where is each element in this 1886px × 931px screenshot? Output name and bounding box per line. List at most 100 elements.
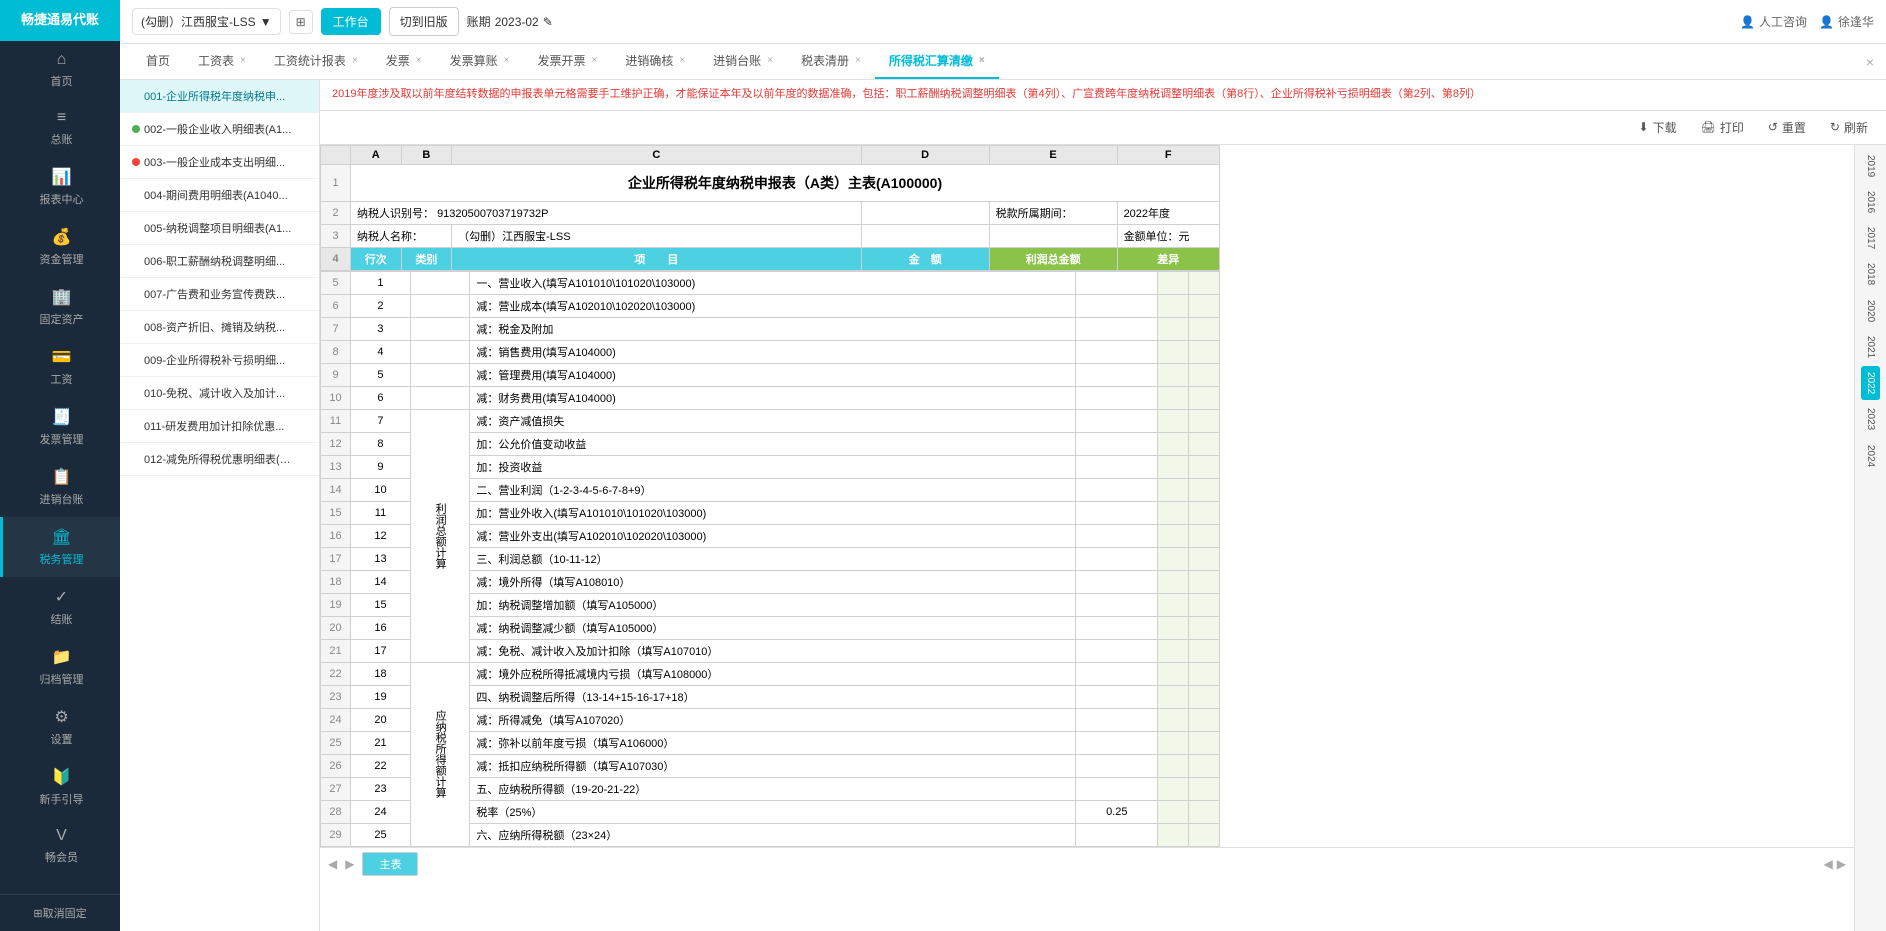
left-panel-item-010[interactable]: 010-免税、减计收入及加计... xyxy=(120,377,319,410)
tab-invoice-open-label: 发票开票 xyxy=(537,52,585,69)
sidebar-item-archive[interactable]: 📁 归档管理 xyxy=(0,637,120,697)
table-row: 73减：税金及附加 xyxy=(321,317,1220,340)
sidebar-item-report-label: 报表中心 xyxy=(40,191,84,207)
sidebar-item-settle[interactable]: ✓ 结账 xyxy=(0,577,120,637)
year-item-2022[interactable]: 2022 xyxy=(1861,366,1880,400)
tab-salary-close[interactable]: × xyxy=(240,55,246,66)
period-edit-icon[interactable]: ✎ xyxy=(543,15,553,29)
user-menu[interactable]: 👤 徐逢华 xyxy=(1819,13,1874,30)
sidebar-item-salary[interactable]: 💳 工资 xyxy=(0,337,120,397)
tabs-close-all-btn[interactable]: × xyxy=(1866,54,1874,70)
sidebar-item-guide-label: 新手引导 xyxy=(40,791,84,807)
ledger-icon: ≡ xyxy=(57,109,66,127)
sidebar-item-settings[interactable]: ⚙ 设置 xyxy=(0,697,120,757)
reset-btn[interactable]: ↺ 重置 xyxy=(1762,117,1812,138)
left-panel-item-004[interactable]: 004-期间费用明细表(A1040... xyxy=(120,179,319,212)
tab-invoice[interactable]: 发票 × xyxy=(372,44,436,79)
tab-invoice-open-close[interactable]: × xyxy=(591,55,597,66)
year-item-2017[interactable]: 2017 xyxy=(1861,221,1880,255)
reset-label: 重置 xyxy=(1782,119,1806,136)
left-panel-item-002[interactable]: 002-一般企业收入明细表(A1... xyxy=(120,113,319,146)
taxpayer-name-label: 纳税人名称： xyxy=(351,224,452,247)
switch-btn[interactable]: 切到旧版 xyxy=(389,7,459,36)
sidebar-item-asset-label: 资金管理 xyxy=(40,251,84,267)
refresh-btn[interactable]: ↻ 刷新 xyxy=(1824,117,1874,138)
tab-invoice-calc[interactable]: 发票算账 × xyxy=(436,44,524,79)
asset-icon: 💰 xyxy=(52,227,72,247)
tab-salary[interactable]: 工资表 × xyxy=(184,44,260,79)
tab-income-tax[interactable]: 所得税汇算清缴 × xyxy=(875,44,999,79)
sidebar-item-salary-label: 工资 xyxy=(51,371,73,387)
tab-salary-stat[interactable]: 工资统计报表 × xyxy=(260,44,372,79)
prev-sheet-btn[interactable]: ◀ xyxy=(328,857,337,871)
year-item-2024[interactable]: 2024 xyxy=(1861,439,1880,473)
left-panel-label-003: 003-一般企业成本支出明细... xyxy=(144,154,285,170)
tab-invoice-close[interactable]: × xyxy=(416,55,422,66)
year-item-2023[interactable]: 2023 xyxy=(1861,402,1880,436)
download-icon: ⬇ xyxy=(1639,120,1649,134)
download-btn[interactable]: ⬇ 下载 xyxy=(1633,117,1683,138)
tab-income-tax-label: 所得税汇算清缴 xyxy=(889,52,973,69)
sidebar-pin-toggle[interactable]: ⊞取消固定 xyxy=(0,894,120,931)
status-dot-005 xyxy=(132,224,140,232)
tab-purchase-check-close[interactable]: × xyxy=(679,55,685,66)
tab-tax-table-close[interactable]: × xyxy=(855,55,861,66)
year-item-2018[interactable]: 2018 xyxy=(1861,257,1880,291)
sales-icon: 📋 xyxy=(52,467,72,487)
sidebar-item-home[interactable]: ⌂ 首页 xyxy=(0,41,120,99)
company-selector[interactable]: (勾删）江西服宝-LSS ▼ xyxy=(132,8,281,35)
sidebar-item-report[interactable]: 📊 报表中心 xyxy=(0,157,120,217)
left-panel-item-011[interactable]: 011-研发费用加计扣除优惠... xyxy=(120,410,319,443)
sidebar-item-fixed[interactable]: 🏢 固定资产 xyxy=(0,277,120,337)
year-item-2021[interactable]: 2021 xyxy=(1861,330,1880,364)
next-sheet-btn[interactable]: ▶ xyxy=(345,857,354,871)
tab-purchase-ledger-close[interactable]: × xyxy=(767,55,773,66)
scroll-right-btn[interactable]: ▶ xyxy=(1837,857,1846,871)
status-dot-012 xyxy=(132,455,140,463)
status-dot-011 xyxy=(132,422,140,430)
left-panel-label-006: 006-职工薪酬纳税调整明细... xyxy=(144,253,285,269)
sidebar-item-vip[interactable]: V 畅会员 xyxy=(0,817,120,875)
sheet-tab-main[interactable]: 主表 xyxy=(362,852,418,876)
left-panel-item-003[interactable]: 003-一般企业成本支出明细... xyxy=(120,146,319,179)
tab-tax-table[interactable]: 税表清册 × xyxy=(787,44,875,79)
tab-invoice-open[interactable]: 发票开票 × xyxy=(523,44,611,79)
workbench-button[interactable]: 工作台 xyxy=(321,8,381,35)
year-item-2016[interactable]: 2016 xyxy=(1861,185,1880,219)
sidebar-item-sales[interactable]: 📋 进销台账 xyxy=(0,457,120,517)
left-panel-item-008[interactable]: 008-资产折旧、摊销及纳税... xyxy=(120,311,319,344)
col-rownum-header xyxy=(321,145,351,164)
left-panel-item-012[interactable]: 012-减免所得税优惠明细表(… xyxy=(120,443,319,476)
tab-purchase-check[interactable]: 进销确核 × xyxy=(611,44,699,79)
main-area: (勾删）江西服宝-LSS ▼ ⊞ 工作台 切到旧版 账期 2023-02 ✎ 👤… xyxy=(120,0,1886,931)
col-A-header: A xyxy=(351,145,402,164)
sidebar-item-asset[interactable]: 💰 资金管理 xyxy=(0,217,120,277)
tab-home[interactable]: 首页 xyxy=(132,44,184,79)
table-row: 62减：营业成本(填写A102010\102020\103000) xyxy=(321,294,1220,317)
sidebar-item-ledger[interactable]: ≡ 总账 xyxy=(0,99,120,157)
left-panel-item-007[interactable]: 007-广告费和业务宣传费跌... xyxy=(120,278,319,311)
year-item-2019[interactable]: 2019 xyxy=(1861,149,1880,183)
sidebar-item-invoice[interactable]: 🧾 发票管理 xyxy=(0,397,120,457)
left-panel-item-009[interactable]: 009-企业所得税补亏损明细... xyxy=(120,344,319,377)
tab-tax-table-label: 税表清册 xyxy=(801,52,849,69)
status-dot-010 xyxy=(132,389,140,397)
chevron-down-icon: ▼ xyxy=(260,15,272,29)
year-item-2020[interactable]: 2020 xyxy=(1861,294,1880,328)
topbar: (勾删）江西服宝-LSS ▼ ⊞ 工作台 切到旧版 账期 2023-02 ✎ 👤… xyxy=(120,0,1886,44)
left-panel-item-001[interactable]: 001-企业所得税年度纳税申... xyxy=(120,80,319,113)
tab-salary-stat-close[interactable]: × xyxy=(352,55,358,66)
company-settings-btn[interactable]: ⊞ xyxy=(289,10,313,34)
print-btn[interactable]: 🖨 打印 xyxy=(1695,117,1750,138)
spreadsheet-area[interactable]: A B C D E F 1 企业所 xyxy=(320,145,1854,931)
left-panel-item-005[interactable]: 005-纳税调整项目明细表(A1... xyxy=(120,212,319,245)
sidebar-item-guide[interactable]: 🔰 新手引导 xyxy=(0,757,120,817)
tabs-bar: 首页 工资表 × 工资统计报表 × 发票 × 发票算账 × 发票开票 × 进销确… xyxy=(120,44,1886,80)
scroll-left-btn[interactable]: ◀ xyxy=(1824,857,1833,871)
tab-income-tax-close[interactable]: × xyxy=(979,55,985,66)
left-panel-item-006[interactable]: 006-职工薪酬纳税调整明细... xyxy=(120,245,319,278)
tab-purchase-ledger[interactable]: 进销台账 × xyxy=(699,44,787,79)
tab-invoice-calc-close[interactable]: × xyxy=(504,55,510,66)
sidebar-item-tax[interactable]: 🏛 税务管理 xyxy=(0,517,120,577)
consult-btn[interactable]: 👤 人工咨询 xyxy=(1740,13,1807,30)
